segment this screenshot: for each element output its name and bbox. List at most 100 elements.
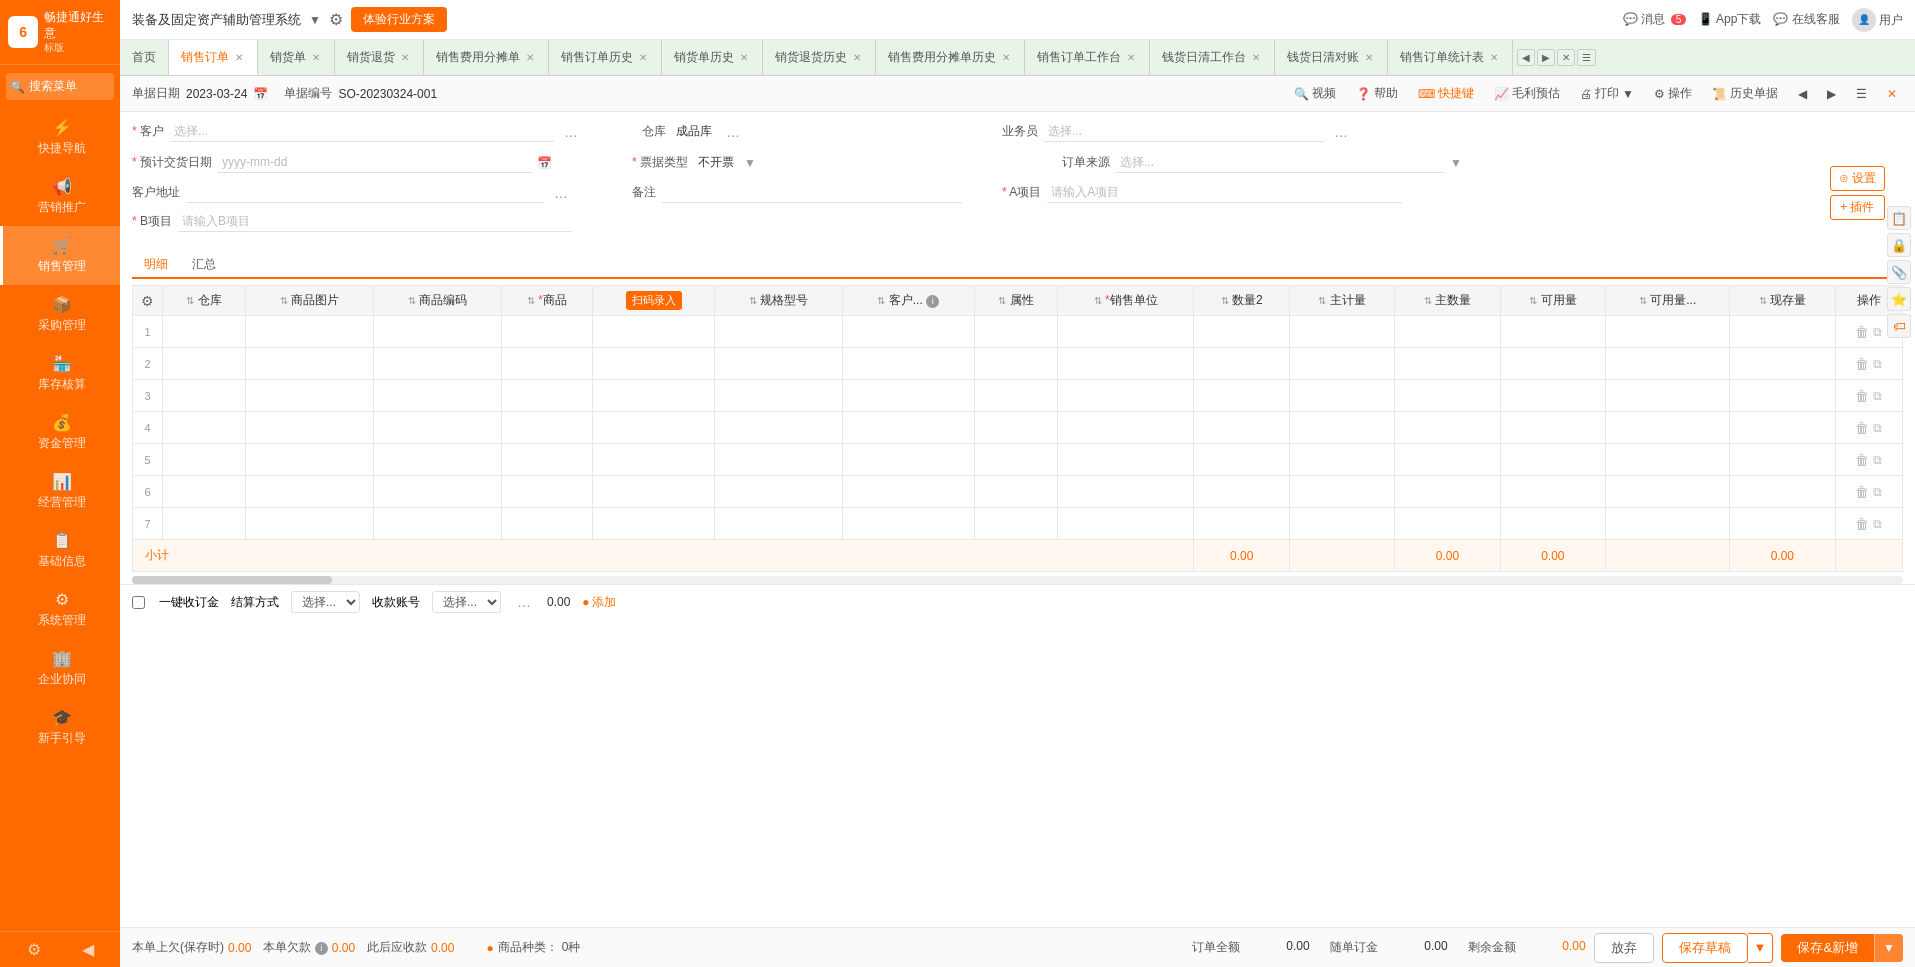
row-1-quantity2[interactable] xyxy=(1194,316,1289,348)
row-3-product[interactable] xyxy=(501,380,593,412)
row-4-delete-icon[interactable]: 🗑 xyxy=(1855,420,1869,436)
customer-address-expand-icon[interactable]: … xyxy=(550,185,572,201)
shortcut-button[interactable]: ⌨ 快捷键 xyxy=(1412,82,1480,105)
row-5-main-quantity[interactable] xyxy=(1395,444,1500,476)
row-1-spec[interactable] xyxy=(714,316,842,348)
row-2-copy-icon[interactable]: ⧉ xyxy=(1873,357,1882,371)
save-new-dropdown[interactable]: ▼ xyxy=(1874,934,1903,962)
row-5-attributes[interactable] xyxy=(974,444,1057,476)
row-5-main-unit[interactable] xyxy=(1289,444,1394,476)
row-4-main-quantity[interactable] xyxy=(1395,412,1500,444)
tab-home[interactable]: 首页 xyxy=(120,40,169,76)
order-source-dropdown-icon[interactable]: ▼ xyxy=(1450,156,1462,170)
sidebar-item-quick-nav[interactable]: ⚡ 快捷导航 xyxy=(0,108,120,167)
row-7-main-unit[interactable] xyxy=(1289,508,1394,540)
b-project-input[interactable] xyxy=(178,211,572,232)
row-3-spec[interactable] xyxy=(714,380,842,412)
sidebar-item-enterprise[interactable]: 🏢 企业协同 xyxy=(0,639,120,698)
row-3-delete-icon[interactable]: 🗑 xyxy=(1855,388,1869,404)
row-6-main-quantity[interactable] xyxy=(1395,476,1500,508)
row-2-attributes[interactable] xyxy=(974,348,1057,380)
row-6-current-stock[interactable] xyxy=(1730,476,1835,508)
row-7-product[interactable] xyxy=(501,508,593,540)
row-1-attributes[interactable] xyxy=(974,316,1057,348)
row-5-current-stock[interactable] xyxy=(1730,444,1835,476)
tab-close-order-statistics[interactable]: ✕ xyxy=(1488,51,1500,64)
tab-sales-expense[interactable]: 销售费用分摊单 ✕ xyxy=(424,40,549,76)
system-dropdown-button[interactable]: ▼ xyxy=(309,13,321,27)
user-avatar[interactable]: 👤 用户 xyxy=(1852,8,1903,32)
row-1-main-quantity[interactable] xyxy=(1395,316,1500,348)
discard-button[interactable]: 放弃 xyxy=(1594,933,1654,963)
row-7-quantity2[interactable] xyxy=(1194,508,1289,540)
history-button[interactable]: 📜 历史单据 xyxy=(1706,82,1784,105)
row-1-available2[interactable] xyxy=(1606,316,1730,348)
save-draft-button[interactable]: 保存草稿 xyxy=(1662,933,1748,963)
row-6-available2[interactable] xyxy=(1606,476,1730,508)
row-1-current-stock[interactable] xyxy=(1730,316,1835,348)
row-3-product-image[interactable] xyxy=(245,380,373,412)
tab-daily-clear-workbench[interactable]: 钱货日清工作台 ✕ xyxy=(1150,40,1275,76)
row-7-available[interactable] xyxy=(1500,508,1605,540)
customer-input[interactable] xyxy=(170,121,554,142)
row-6-sales-unit[interactable] xyxy=(1057,476,1194,508)
tab-invoice-history[interactable]: 销货单历史 ✕ xyxy=(662,40,763,76)
row-1-customer-code[interactable] xyxy=(842,316,974,348)
sidebar-item-inventory[interactable]: 🏪 库存核算 xyxy=(0,344,120,403)
row-2-delete-icon[interactable]: 🗑 xyxy=(1855,356,1869,372)
row-3-available[interactable] xyxy=(1500,380,1605,412)
salesperson-expand-icon[interactable]: … xyxy=(1330,124,1352,140)
row-5-sales-unit[interactable] xyxy=(1057,444,1194,476)
column-settings-icon[interactable]: ⚙ xyxy=(141,293,154,309)
row-7-attributes[interactable] xyxy=(974,508,1057,540)
one-click-deposit-checkbox[interactable] xyxy=(132,596,145,609)
save-draft-dropdown[interactable]: ▼ xyxy=(1748,933,1774,963)
tab-close-order-workbench[interactable]: ✕ xyxy=(1125,51,1137,64)
row-2-main-unit[interactable] xyxy=(1289,348,1394,380)
row-3-available2[interactable] xyxy=(1606,380,1730,412)
right-sidebar-btn-1[interactable]: 📋 xyxy=(1887,206,1911,230)
tab-sales-invoice[interactable]: 销货单 ✕ xyxy=(258,40,335,76)
print-button[interactable]: 🖨 打印 ▼ xyxy=(1574,82,1640,105)
tab-close-sales-expense[interactable]: ✕ xyxy=(524,51,536,64)
sidebar-item-system[interactable]: ⚙ 系统管理 xyxy=(0,580,120,639)
tabs-next-button[interactable]: ▶ xyxy=(1537,49,1555,66)
row-7-delete-icon[interactable]: 🗑 xyxy=(1855,516,1869,532)
row-3-copy-icon[interactable]: ⧉ xyxy=(1873,389,1882,403)
tabs-prev-button[interactable]: ◀ xyxy=(1517,49,1535,66)
row-4-quantity2[interactable] xyxy=(1194,412,1289,444)
row-7-copy-icon[interactable]: ⧉ xyxy=(1873,517,1882,531)
row-6-delete-icon[interactable]: 🗑 xyxy=(1855,484,1869,500)
sidebar-item-marketing[interactable]: 📢 营销推广 xyxy=(0,167,120,226)
row-2-available2[interactable] xyxy=(1606,348,1730,380)
row-3-sales-unit[interactable] xyxy=(1057,380,1194,412)
notifications-icon[interactable]: 💬 消息 5 xyxy=(1623,11,1686,28)
row-2-product-code[interactable] xyxy=(373,348,501,380)
row-7-warehouse[interactable] xyxy=(163,508,246,540)
tab-sales-order[interactable]: 销售订单 ✕ xyxy=(169,40,258,76)
row-4-main-unit[interactable] xyxy=(1289,412,1394,444)
row-3-quantity2[interactable] xyxy=(1194,380,1289,412)
add-payment-button[interactable]: ● 添加 xyxy=(582,594,615,611)
row-6-attributes[interactable] xyxy=(974,476,1057,508)
row-3-product-code[interactable] xyxy=(373,380,501,412)
row-7-main-quantity[interactable] xyxy=(1395,508,1500,540)
a-project-input[interactable] xyxy=(1047,182,1402,203)
row-1-delete-icon[interactable]: 🗑 xyxy=(1855,324,1869,340)
row-6-quantity2[interactable] xyxy=(1194,476,1289,508)
sidebar-item-basic[interactable]: 📋 基础信息 xyxy=(0,521,120,580)
row-3-main-unit[interactable] xyxy=(1289,380,1394,412)
row-1-product[interactable] xyxy=(501,316,593,348)
right-sidebar-btn-4[interactable]: ⭐ xyxy=(1887,287,1911,311)
row-5-delete-icon[interactable]: 🗑 xyxy=(1855,452,1869,468)
tab-close-return-history[interactable]: ✕ xyxy=(851,51,863,64)
tab-sales-return[interactable]: 销货退货 ✕ xyxy=(335,40,424,76)
row-2-quantity2[interactable] xyxy=(1194,348,1289,380)
customer-expand-icon[interactable]: … xyxy=(560,124,582,140)
row-4-attributes[interactable] xyxy=(974,412,1057,444)
operation-button[interactable]: ⚙ 操作 xyxy=(1648,82,1698,105)
grid-view-button[interactable]: ☰ xyxy=(1850,84,1873,104)
row-2-current-stock[interactable] xyxy=(1730,348,1835,380)
row-1-product-image[interactable] xyxy=(245,316,373,348)
warehouse-expand-icon[interactable]: … xyxy=(722,124,744,140)
